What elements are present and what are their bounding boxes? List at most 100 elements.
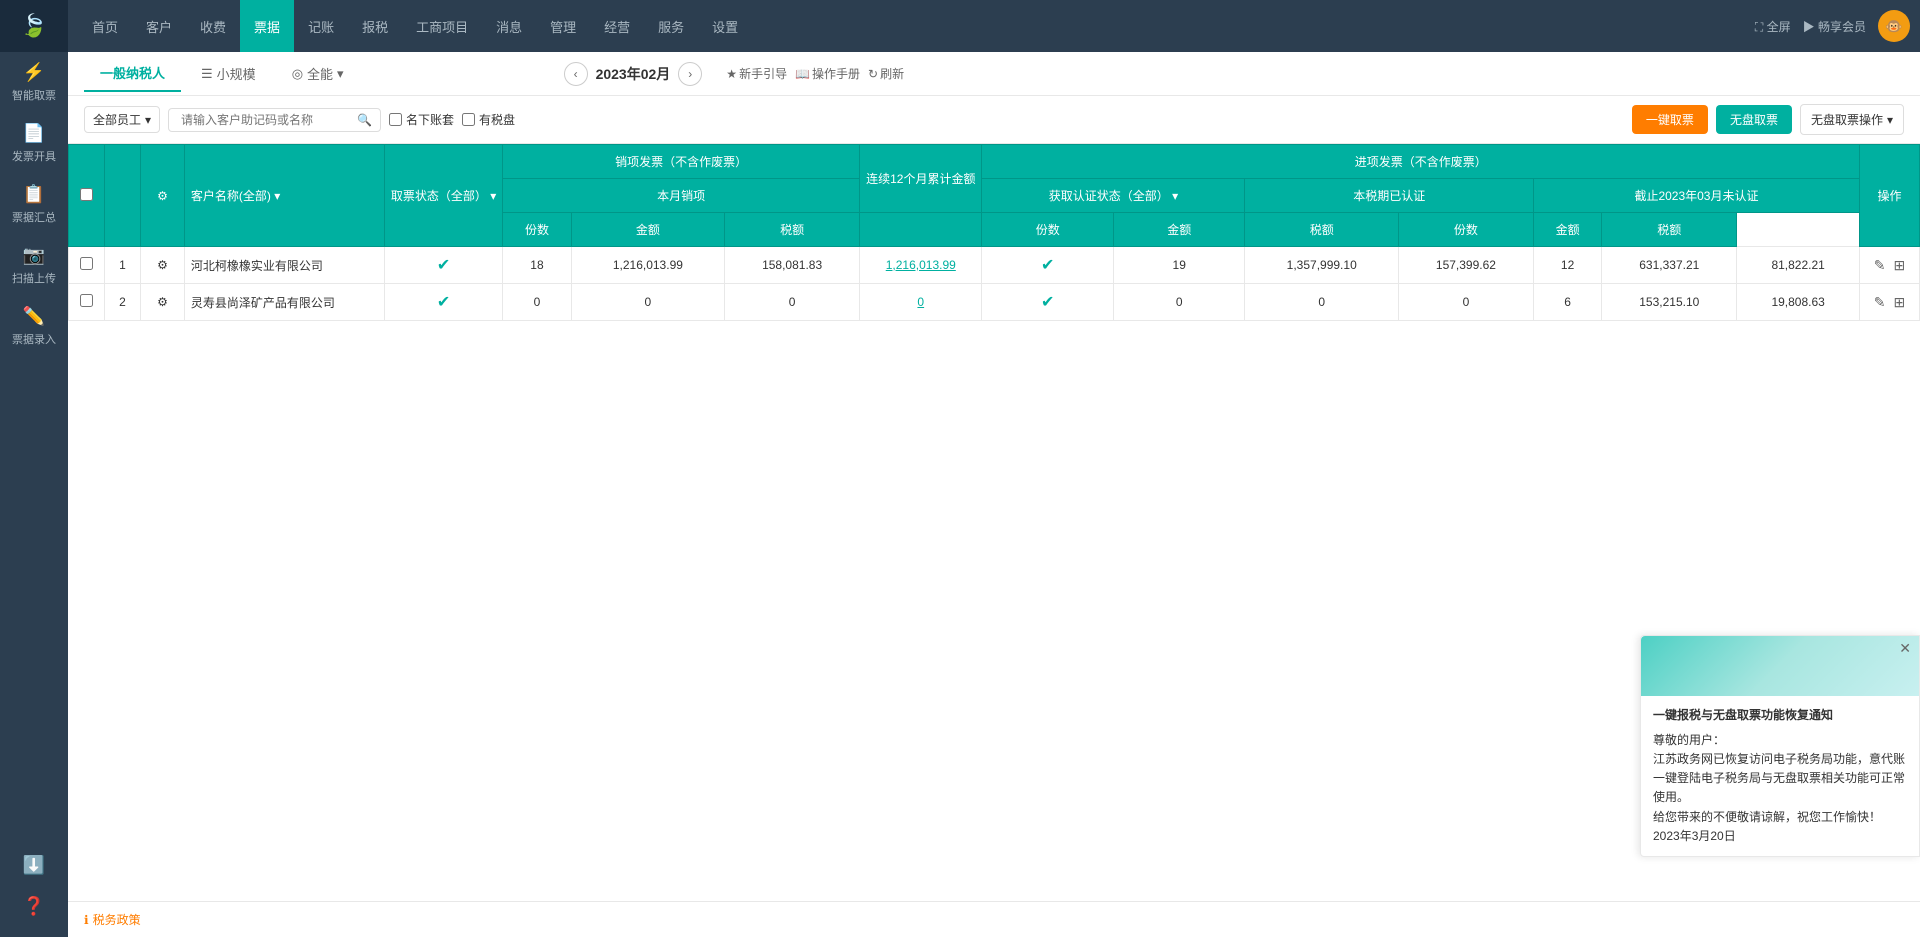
row2-cumulative[interactable]: 0 <box>860 284 982 321</box>
nav-receipt[interactable]: 收费 <box>186 0 240 52</box>
nav-customer[interactable]: 客户 <box>132 0 186 52</box>
sidebar-item-download[interactable]: ⬇️ <box>0 845 68 886</box>
th-customer: 客户名称(全部) ▾ <box>184 145 384 247</box>
row1-month-count: 18 <box>503 247 571 284</box>
row1-until-tax: 81,822.21 <box>1737 247 1860 284</box>
main-table: ⚙ 客户名称(全部) ▾ 取票状态（全部） ▾ 销项发票（不含作废票） 连续12… <box>68 144 1920 321</box>
row2-period-amount: 0 <box>1245 284 1398 321</box>
member-icon: ▶ <box>1803 20 1815 34</box>
member-link[interactable]: ▶ 畅享会员 <box>1803 18 1866 35</box>
sidebar-item-help[interactable]: ❓ <box>0 886 68 927</box>
tab-all[interactable]: ◎ 全能 ▾ <box>276 56 360 91</box>
row1-month-amount: 1,216,013.99 <box>571 247 724 284</box>
tab-general[interactable]: 一般纳税人 <box>84 55 181 92</box>
sidebar-item-scan-upload[interactable]: 📷 扫描上传 <box>0 235 68 296</box>
th-month-tax: 税额 <box>725 213 860 247</box>
nav-bookkeeping[interactable]: 记账 <box>294 0 348 52</box>
customer-filter-icon[interactable]: ▾ <box>274 189 280 203</box>
no-disk-ops-arrow: ▾ <box>1887 113 1893 127</box>
no-disk-fetch-button[interactable]: 无盘取票 <box>1716 105 1792 134</box>
row1-cumulative[interactable]: 1,216,013.99 <box>860 247 982 284</box>
prev-period-button[interactable]: ‹ <box>564 62 588 86</box>
th-period-amount: 金额 <box>1113 213 1245 247</box>
sidebar-item-data-entry[interactable]: ✏️ 票据录入 <box>0 296 68 357</box>
cert-filter-icon[interactable]: ▾ <box>1172 189 1178 203</box>
new-guide-link[interactable]: ★ 新手引导 <box>726 65 787 82</box>
mine-checkbox-label[interactable]: 名下账套 <box>389 111 454 128</box>
nav-service[interactable]: 服务 <box>644 0 698 52</box>
row1-settings[interactable]: ⚙ <box>141 247 185 284</box>
sidebar-logo: 🍃 <box>0 0 68 52</box>
fullscreen-link[interactable]: ⛶ 全屏 <box>1755 18 1791 35</box>
row2-month-tax: 0 <box>725 284 860 321</box>
smart-fetch-icon: ⚡ <box>23 62 45 83</box>
row2-settings[interactable]: ⚙ <box>141 284 185 321</box>
nav-tax[interactable]: 报税 <box>348 0 402 52</box>
sidebar-item-invoice-summary[interactable]: 📋 票据汇总 <box>0 174 68 235</box>
row1-check[interactable] <box>69 247 105 284</box>
th-settings: ⚙ <box>141 145 185 247</box>
th-month-sales: 本月销项 <box>503 179 860 213</box>
notification-header: ✕ <box>1641 636 1919 696</box>
row1-until-count: 12 <box>1533 247 1601 284</box>
notification-close-button[interactable]: ✕ <box>1899 640 1911 657</box>
notification-title: 一键报税与无盘取票功能恢复通知 <box>1653 706 1907 725</box>
notification-greeting: 尊敬的用户： <box>1653 731 1907 750</box>
no-disk-ops-button[interactable]: 无盘取票操作 ▾ <box>1800 104 1904 135</box>
avatar[interactable]: 🐵 <box>1878 10 1910 42</box>
th-purchase-group: 进项发票（不含作废票） <box>982 145 1860 179</box>
row1-edit-icon[interactable]: ✎ <box>1874 257 1886 274</box>
manual-icon: 📖 <box>795 67 810 81</box>
table-row: 2 ⚙ 灵寿县尚泽矿产品有限公司 ✔ 0 0 0 0 ✔ 0 <box>69 284 1920 321</box>
row1-month-tax: 158,081.83 <box>725 247 860 284</box>
nav-operation[interactable]: 经营 <box>590 0 644 52</box>
row2-detail-icon[interactable]: ⊞ <box>1894 294 1906 311</box>
sidebar-item-smart-fetch[interactable]: ⚡ 智能取票 <box>0 52 68 113</box>
th-check <box>69 145 105 247</box>
row2-check[interactable] <box>69 284 105 321</box>
nav-home[interactable]: 首页 <box>78 0 132 52</box>
one-click-fetch-button[interactable]: 一键取票 <box>1632 105 1708 134</box>
row1-checkbox[interactable] <box>80 257 93 270</box>
row2-until-count: 6 <box>1533 284 1601 321</box>
general-tab-label: 一般纳税人 <box>100 63 165 82</box>
th-sales-group: 销项发票（不含作废票） <box>503 145 860 179</box>
tab-small[interactable]: ☰ 小规模 <box>185 56 272 91</box>
next-period-button[interactable]: › <box>678 62 702 86</box>
employee-select[interactable]: 全部员工 ▾ <box>84 106 160 133</box>
notification-scroll[interactable]: 尊敬的用户： 江苏政务网已恢复访问电子税务局功能，意代账一键登陆电子税务局与无盘… <box>1653 731 1907 846</box>
sidebar-item-label: 发票开具 <box>12 148 56 164</box>
th-until-tax: 税额 <box>1602 213 1737 247</box>
tab-dropdown-icon[interactable]: ▾ <box>337 66 344 82</box>
row2-status: ✔ <box>384 284 502 321</box>
manual-link[interactable]: 📖 操作手册 <box>795 65 860 82</box>
row1-detail-icon[interactable]: ⊞ <box>1894 257 1906 274</box>
tax-disk-checkbox-text: 有税盘 <box>479 111 515 128</box>
row1-status: ✔ <box>384 247 502 284</box>
nav-management[interactable]: 管理 <box>536 0 590 52</box>
row2-checkbox[interactable] <box>80 294 93 307</box>
status-filter-icon[interactable]: ▾ <box>490 189 496 203</box>
select-all-checkbox[interactable] <box>80 188 93 201</box>
row2-edit-icon[interactable]: ✎ <box>1874 294 1886 311</box>
scan-upload-icon: 📷 <box>23 245 45 266</box>
page-footer: ℹ 税务政策 <box>68 901 1920 937</box>
employee-select-label: 全部员工 <box>93 111 141 128</box>
nav-settings[interactable]: 设置 <box>698 0 752 52</box>
th-cert-status: 获取认证状态（全部） ▾ <box>982 179 1245 213</box>
table-row: 1 ⚙ 河北柯橡橡实业有限公司 ✔ 18 1,216,013.99 158,08… <box>69 247 1920 284</box>
refresh-icon: ↻ <box>868 67 878 81</box>
nav-business[interactable]: 工商项目 <box>402 0 482 52</box>
tax-disk-checkbox[interactable] <box>462 113 475 126</box>
refresh-link[interactable]: ↻ 刷新 <box>868 65 904 82</box>
tax-policy-link[interactable]: ℹ 税务政策 <box>84 911 141 928</box>
tax-disk-checkbox-label[interactable]: 有税盘 <box>462 111 515 128</box>
nav-invoice[interactable]: 票据 <box>240 0 294 52</box>
nav-message[interactable]: 消息 <box>482 0 536 52</box>
search-button[interactable]: 🔍 <box>357 113 372 127</box>
mine-checkbox[interactable] <box>389 113 402 126</box>
th-until-march: 截止2023年03月未认证 <box>1533 179 1859 213</box>
sidebar-item-issue-invoice[interactable]: 📄 发票开具 <box>0 113 68 174</box>
th-num <box>105 145 141 247</box>
search-input[interactable] <box>177 109 357 131</box>
